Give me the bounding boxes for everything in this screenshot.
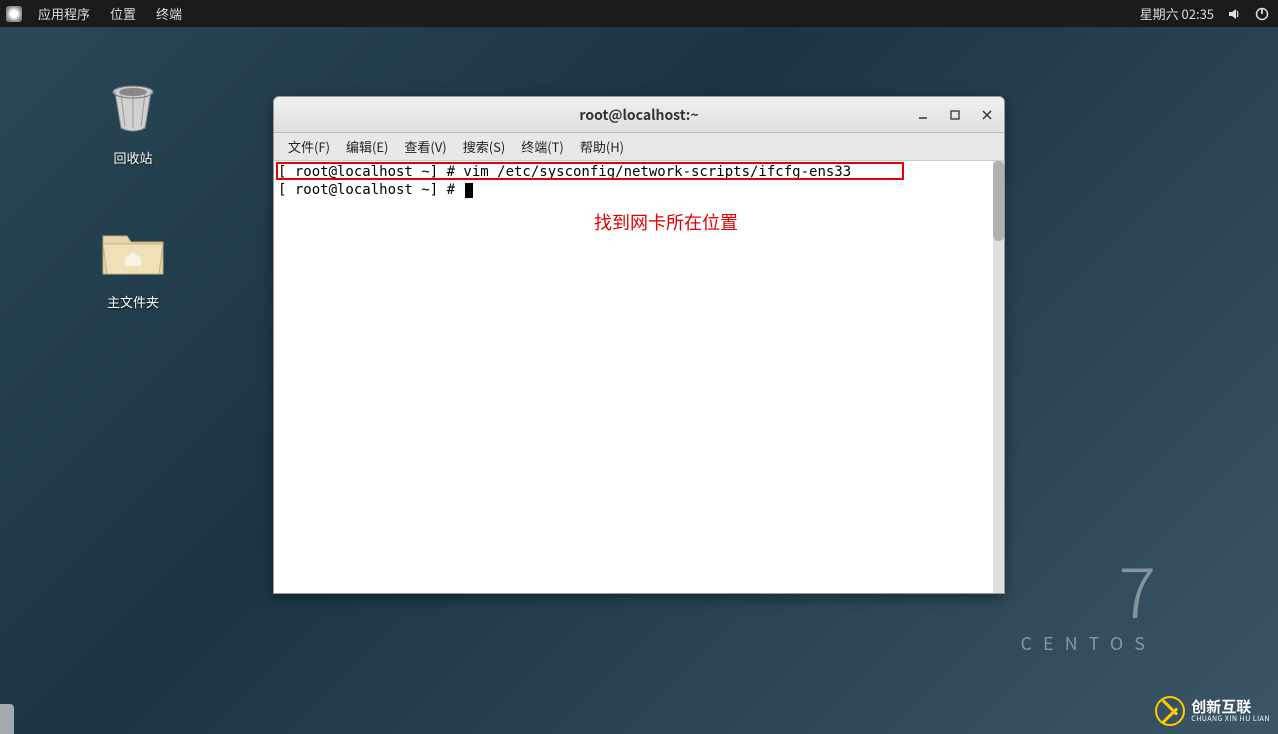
folder-home-icon <box>97 222 169 282</box>
terminal-menu[interactable]: 终端 <box>146 0 192 27</box>
places-menu[interactable]: 位置 <box>100 0 146 27</box>
watermark: 创新互联 CHUANG XIN HU LIAN <box>1155 696 1270 726</box>
panel-left: 应用程序 位置 终端 <box>0 0 192 27</box>
terminal-menu-item[interactable]: 终端(T) <box>513 134 572 159</box>
trash-label: 回收站 <box>88 148 178 167</box>
window-controls <box>914 106 996 124</box>
annotation-text: 找到网卡所在位置 <box>594 213 738 231</box>
watermark-sub: CHUANG XIN HU LIAN <box>1191 714 1270 724</box>
cursor-icon <box>465 183 473 198</box>
edit-menu[interactable]: 编辑(E) <box>338 134 396 159</box>
applications-menu[interactable]: 应用程序 <box>28 0 100 27</box>
menu-bar: 文件(F) 编辑(E) 查看(V) 搜索(S) 终端(T) 帮助(H) <box>274 133 1004 161</box>
search-menu[interactable]: 搜索(S) <box>455 134 514 159</box>
top-panel: 应用程序 位置 终端 星期六 02:35 <box>0 0 1278 27</box>
os-version: 7 <box>1021 554 1156 624</box>
scrollbar-track[interactable] <box>993 161 1004 593</box>
home-desktop-icon[interactable]: 主文件夹 <box>88 222 178 311</box>
panel-right: 星期六 02:35 <box>1140 4 1270 23</box>
os-logo: 7 CENTOS <box>1021 554 1156 656</box>
help-menu[interactable]: 帮助(H) <box>572 134 632 159</box>
os-name: CENTOS <box>1021 630 1156 656</box>
terminal-line-1: [ root@localhost ~] # vim /etc/sysconfig… <box>278 163 1000 181</box>
watermark-logo-icon <box>1155 696 1185 726</box>
trash-desktop-icon[interactable]: 回收站 <box>88 78 178 167</box>
power-icon[interactable] <box>1254 6 1270 22</box>
close-button[interactable] <box>978 106 996 124</box>
trash-icon <box>103 78 163 138</box>
view-menu[interactable]: 查看(V) <box>396 134 454 159</box>
terminal-line-2: [ root@localhost ~] # <box>278 181 1000 199</box>
gnome-foot-icon <box>6 6 22 22</box>
volume-icon[interactable] <box>1226 6 1242 22</box>
maximize-button[interactable] <box>946 106 964 124</box>
terminal-window: root@localhost:~ 文件(F) 编辑(E) 查看(V) 搜索(S)… <box>273 96 1005 594</box>
clock[interactable]: 星期六 02:35 <box>1140 4 1214 23</box>
title-bar[interactable]: root@localhost:~ <box>274 97 1004 133</box>
minimize-button[interactable] <box>914 106 932 124</box>
file-menu[interactable]: 文件(F) <box>280 134 338 159</box>
taskbar-hint[interactable] <box>0 704 14 734</box>
window-title: root@localhost:~ <box>579 105 698 125</box>
terminal-body[interactable]: [ root@localhost ~] # vim /etc/sysconfig… <box>274 161 1004 593</box>
scrollbar-thumb[interactable] <box>993 161 1004 241</box>
watermark-main: 创新互联 <box>1191 699 1270 714</box>
home-label: 主文件夹 <box>88 292 178 311</box>
